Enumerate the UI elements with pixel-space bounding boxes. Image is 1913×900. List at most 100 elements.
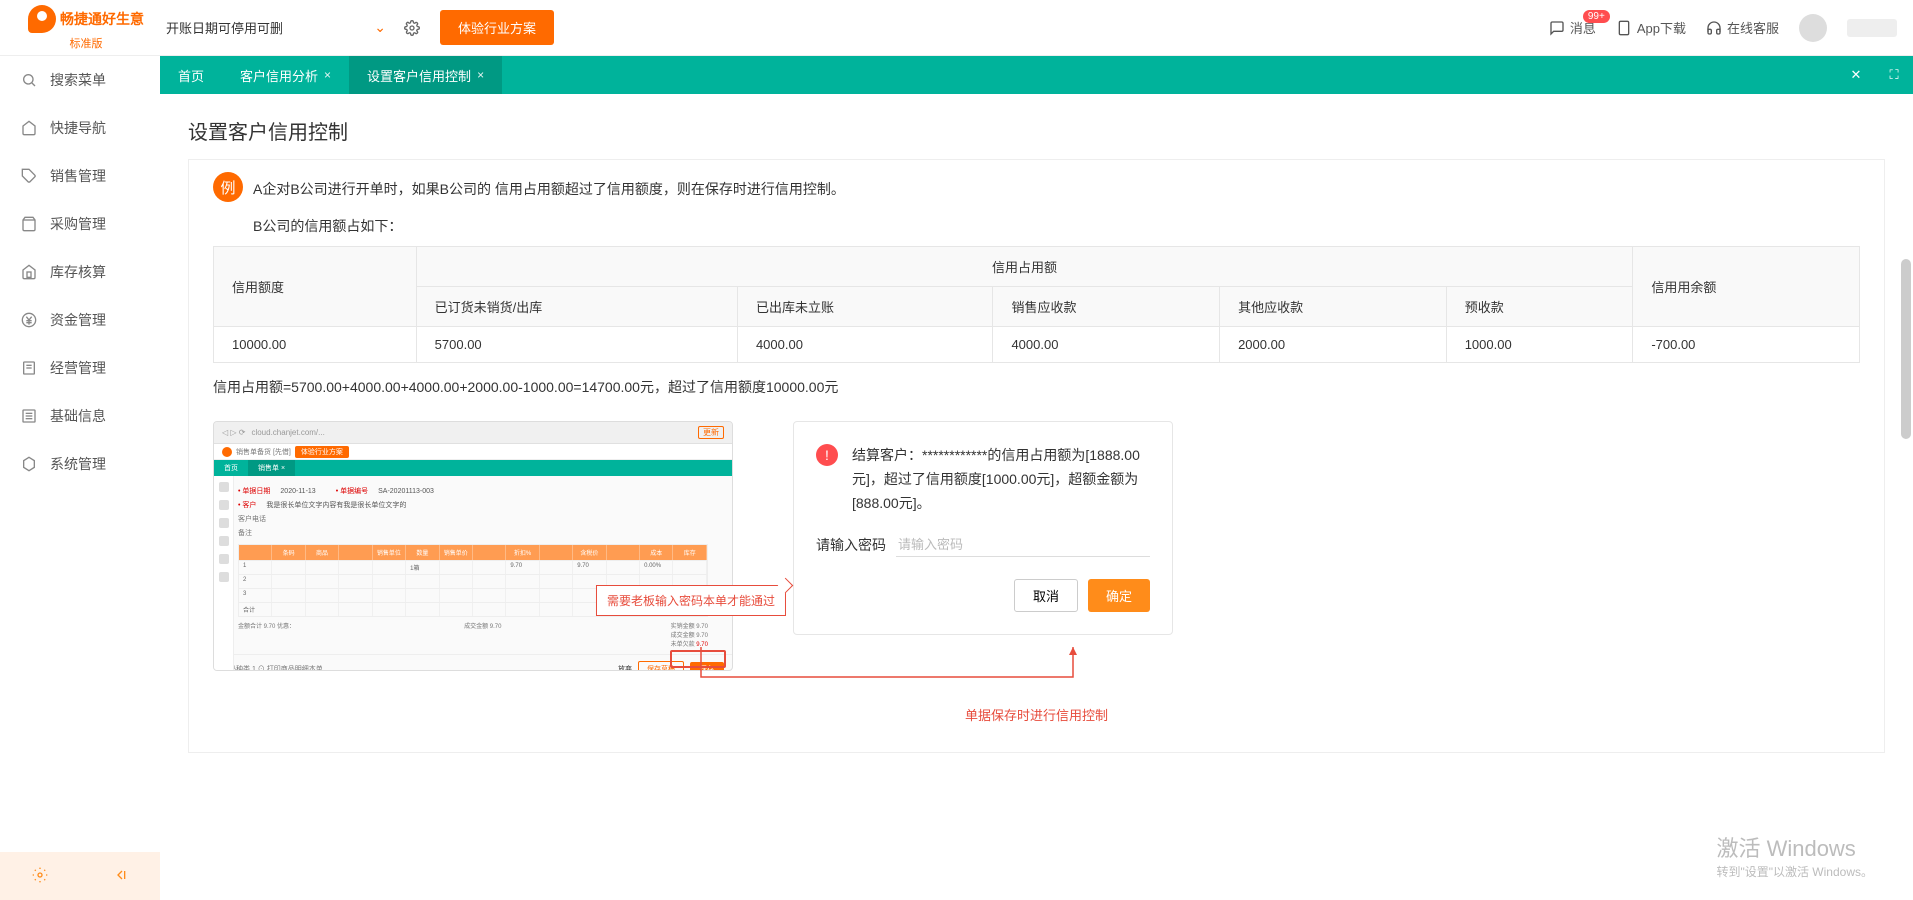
tabbar: 首页 客户信用分析 × 设置客户信用控制 × ✕ ⛶ [160, 56, 1913, 94]
ok-button[interactable]: 确定 [1088, 579, 1150, 612]
sidebar-item-purchase[interactable]: 采购管理 [0, 200, 160, 248]
app-download-link[interactable]: App下载 [1616, 18, 1686, 37]
th-credit-balance: 信用用余额 [1633, 247, 1860, 327]
cell: 4000.00 [993, 327, 1220, 363]
search-icon [20, 71, 38, 89]
example-block: 例 A企对B公司进行开单时，如果B公司的 信用占用额超过了信用额度，则在保存时进… [188, 159, 1885, 753]
mock-addressbar: ◁ ▷ ⟳cloud.chanjet.com/... 更新 [214, 422, 732, 444]
list-icon [20, 407, 38, 425]
main-area: 首页 客户信用分析 × 设置客户信用控制 × ✕ ⛶ 设置客户信用控制 例 A企对B… [160, 56, 1913, 900]
mock-tabs: 首页 销售单 × [214, 460, 732, 476]
logo-area: 畅捷通好生意 标准版 [16, 5, 156, 51]
tabbar-close-button[interactable]: ✕ [1837, 56, 1875, 94]
tag-icon [20, 167, 38, 185]
scrollbar-thumb[interactable] [1901, 259, 1911, 439]
th-c4: 其他应收款 [1220, 287, 1447, 327]
tab-credit-analysis[interactable]: 客户信用分析 × [222, 56, 349, 94]
mock-browser: ◁ ▷ ⟳cloud.chanjet.com/... 更新 销售单备货 [先借]… [213, 421, 733, 671]
example-line2: B公司的信用额占如下： [253, 216, 1860, 236]
chevron-down-icon: ⌄ [374, 19, 386, 36]
cancel-button[interactable]: 取消 [1014, 579, 1078, 612]
dropdown-label: 开账日期可停用可删 [166, 18, 283, 37]
avatar[interactable] [1799, 14, 1827, 42]
brand-logo-icon [28, 5, 56, 33]
connector-line [213, 667, 1860, 697]
sidebar-item-sales[interactable]: 销售管理 [0, 152, 160, 200]
th-credit-limit: 信用额度 [214, 247, 417, 327]
footer-gear-icon[interactable] [32, 867, 48, 886]
warning-icon: ! [816, 444, 838, 466]
credit-table: 信用额度 信用占用额 信用用余额 已订货未销货/出库 已出库未立账 销售应收款 … [213, 246, 1860, 363]
sidebar-item-baseinfo[interactable]: 基础信息 [0, 392, 160, 440]
bag-icon [20, 215, 38, 233]
cell: 2000.00 [1220, 327, 1447, 363]
sidebar-item-system[interactable]: 系统管理 [0, 440, 160, 488]
sidebar-item-search[interactable]: 搜索菜单 [0, 56, 160, 104]
online-service-label: 在线客服 [1727, 18, 1779, 37]
mini-logo-icon [222, 447, 232, 457]
th-c3: 销售应收款 [993, 287, 1220, 327]
hex-icon [20, 455, 38, 473]
sidebar-label: 快捷导航 [50, 118, 106, 138]
sidebar-label: 采购管理 [50, 214, 106, 234]
mock-app-toolbar: 销售单备货 [先借] 体验行业方案 [214, 444, 732, 460]
experience-plan-button[interactable]: 体验行业方案 [440, 10, 554, 45]
messages-badge: 99+ [1583, 10, 1610, 23]
phone-icon [1616, 20, 1632, 36]
username-chip[interactable] [1847, 19, 1897, 37]
sidebar-item-inventory[interactable]: 库存核算 [0, 248, 160, 296]
app-download-label: App下载 [1637, 18, 1686, 37]
table-row: 10000.00 5700.00 4000.00 4000.00 2000.00… [214, 327, 1860, 363]
tab-credit-settings[interactable]: 设置客户信用控制 × [349, 56, 502, 94]
sidebar: 搜索菜单 快捷导航 销售管理 采购管理 库存核算 资金管理 经营管理 基础信息 … [0, 56, 160, 900]
sidebar-label: 库存核算 [50, 262, 106, 282]
th-c5: 预收款 [1446, 287, 1633, 327]
messages-link[interactable]: 消息 99+ [1549, 18, 1596, 37]
tab-home[interactable]: 首页 [160, 56, 222, 94]
home-icon [20, 119, 38, 137]
sidebar-label: 系统管理 [50, 454, 106, 474]
footer-collapse-icon[interactable] [112, 867, 128, 886]
example-line1: A企对B公司进行开单时，如果B公司的 信用占用额超过了信用额度，则在保存时进行信… [253, 178, 845, 202]
page-title: 设置客户信用控制 [160, 94, 1913, 159]
credit-formula: 信用占用额=5700.00+4000.00+4000.00+2000.00-10… [213, 377, 1860, 397]
cell-negative: -700.00 [1633, 327, 1860, 363]
sidebar-item-quicknav[interactable]: 快捷导航 [0, 104, 160, 152]
sidebar-label: 资金管理 [50, 310, 106, 330]
sidebar-item-funds[interactable]: 资金管理 [0, 296, 160, 344]
tabbar-right: ✕ ⛶ [1837, 56, 1913, 94]
example-badge-icon: 例 [213, 172, 243, 202]
th-c2: 已出库未立账 [737, 287, 993, 327]
cell: 5700.00 [416, 327, 737, 363]
content-scroll[interactable]: 例 A企对B公司进行开单时，如果B公司的 信用占用额超过了信用额度，则在保存时进… [160, 159, 1913, 900]
mock-body: • 单据日期2020-11-13• 单据编号SA-20201113-003 • … [214, 476, 732, 654]
sidebar-footer [0, 852, 160, 900]
th-credit-used: 信用占用额 [416, 247, 1633, 287]
house-icon [20, 263, 38, 281]
gear-icon [404, 20, 420, 36]
online-service-link[interactable]: 在线客服 [1706, 18, 1779, 37]
sidebar-label: 基础信息 [50, 406, 106, 426]
close-icon[interactable]: × [324, 68, 331, 82]
close-icon[interactable]: × [477, 68, 484, 82]
account-date-dropdown[interactable]: 开账日期可停用可删 ⌄ [156, 12, 396, 44]
settings-gear-button[interactable] [396, 12, 428, 44]
save-caption: 单据保存时进行信用控制 [213, 705, 1860, 724]
yen-icon [20, 311, 38, 329]
brand-edition: 标准版 [70, 35, 103, 51]
password-label: 请输入密码 [816, 535, 886, 555]
password-input[interactable] [896, 533, 1150, 557]
credit-warning-dialog: ! 结算客户：************的信用占用额为[1888.00元]，超过了… [793, 421, 1173, 635]
sidebar-item-business[interactable]: 经营管理 [0, 344, 160, 392]
tabbar-fullscreen-button[interactable]: ⛶ [1875, 56, 1913, 94]
cell: 4000.00 [737, 327, 993, 363]
tab-label: 设置客户信用控制 [367, 66, 471, 85]
password-note-box: 需要老板输入密码本单才能通过 [596, 585, 786, 616]
tab-label: 首页 [178, 66, 204, 85]
illustration-row: ◁ ▷ ⟳cloud.chanjet.com/... 更新 销售单备货 [先借]… [213, 421, 1860, 671]
headset-icon [1706, 20, 1722, 36]
cell: 1000.00 [1446, 327, 1633, 363]
tab-label: 客户信用分析 [240, 66, 318, 85]
brand-name: 畅捷通好生意 [60, 9, 144, 29]
topbar-right: 消息 99+ App下载 在线客服 [1549, 14, 1897, 42]
